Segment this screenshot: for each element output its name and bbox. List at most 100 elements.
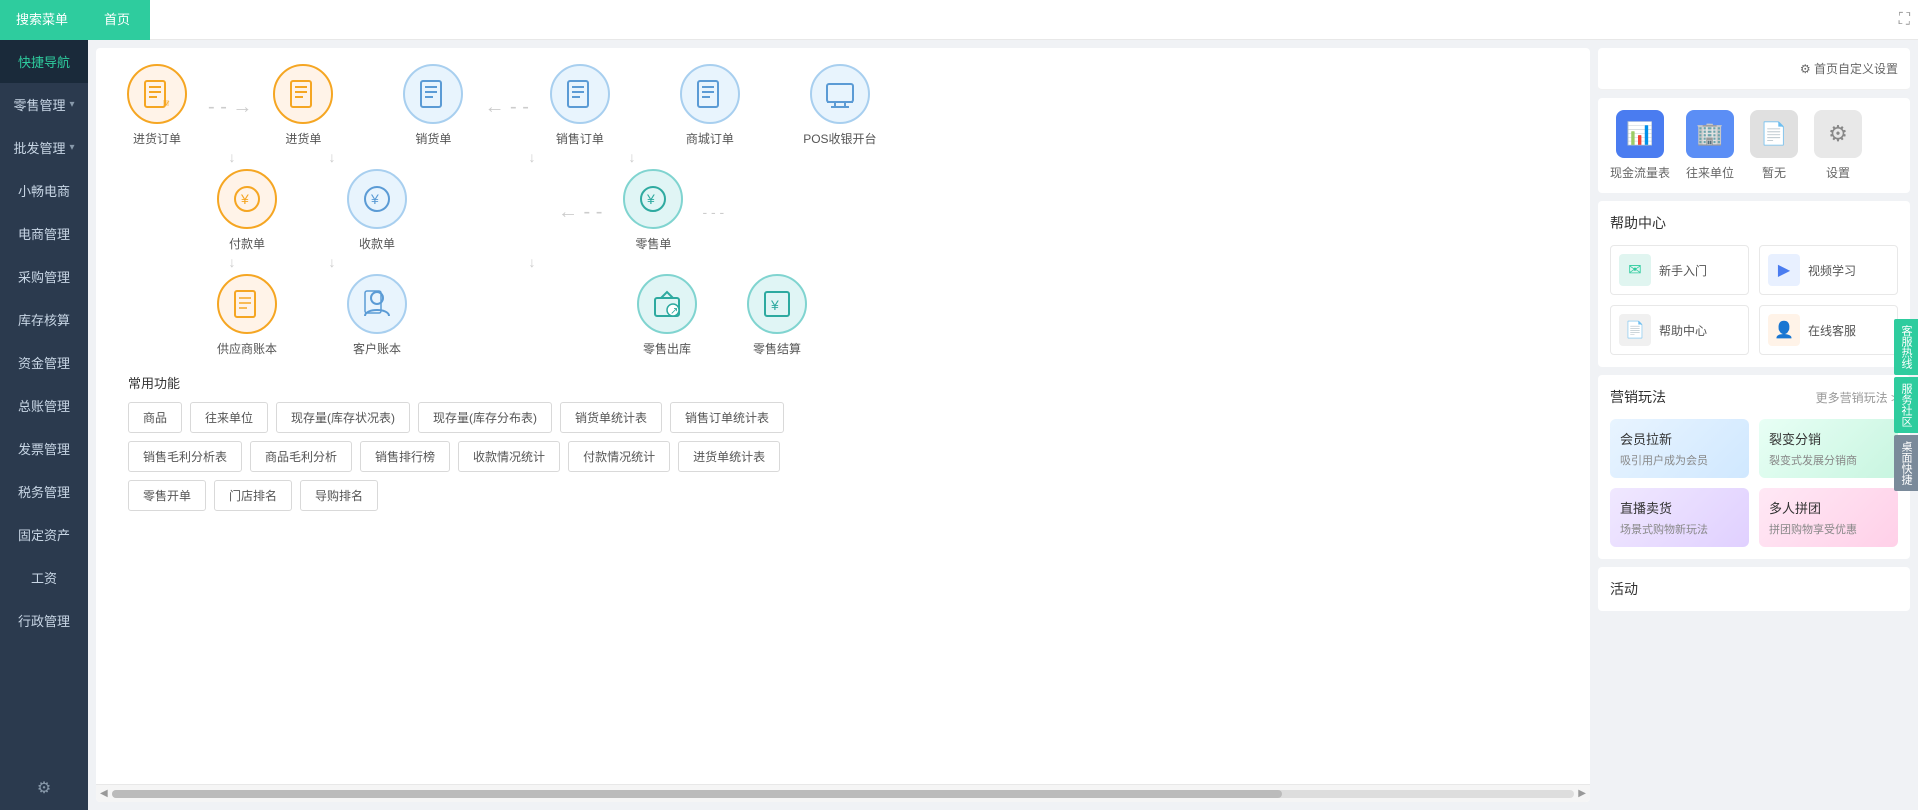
arrow-left-lingshoudian: ← - - — [552, 201, 608, 224]
func-btn-零售开单[interactable]: 零售开单 — [128, 480, 206, 511]
quick-nav-item-2[interactable]: 📄暂无 — [1750, 110, 1798, 181]
svg-text:¥: ¥ — [240, 191, 249, 207]
marketing-title: 营销玩法 — [1610, 387, 1666, 407]
help-item-在线客服[interactable]: 👤在线客服 — [1759, 305, 1898, 355]
horizontal-scrollbar[interactable]: ◀ ▶ — [96, 784, 1590, 802]
spacer-r1e — [462, 149, 502, 165]
arrow-down-jinhuodan: ↓ — [202, 149, 262, 165]
flow-node-jinhuodingdan[interactable]: ✓ 进货订单 — [112, 64, 202, 147]
sidebar-item-inventory[interactable]: 库存核算 — [0, 298, 88, 341]
scroll-track[interactable] — [112, 790, 1575, 798]
func-btn-销售排行榜[interactable]: 销售排行榜 — [360, 441, 450, 472]
float-btn-customer-service[interactable]: 客服热线 — [1894, 319, 1918, 375]
marketing-item-title-3: 多人拼团 — [1769, 498, 1888, 517]
sidebar-item-quick-nav[interactable]: 快捷导航 — [0, 40, 88, 83]
marketing-item-会员拉新[interactable]: 会员拉新吸引用户成为会员 — [1610, 419, 1749, 478]
marketing-item-直播卖货[interactable]: 直播卖货场景式购物新玩法 — [1610, 488, 1749, 547]
func-btn-门店排名[interactable]: 门店排名 — [214, 480, 292, 511]
sidebar-settings-btn[interactable]: ⚙ — [0, 766, 88, 810]
sidebar-item-tax[interactable]: 税务管理 — [0, 470, 88, 513]
flow-icon-lingshoudian: ¥ — [623, 169, 683, 229]
flow-node-gongyingshang[interactable]: 供应商账本 — [202, 274, 292, 357]
func-btn-销售毛利分析表[interactable]: 销售毛利分析表 — [128, 441, 242, 472]
flow-node-pos[interactable]: POS收银开台 — [795, 64, 885, 147]
scroll-left-btn[interactable]: ◀ — [100, 788, 108, 799]
sidebar-item-assets[interactable]: 固定资产 — [0, 513, 88, 556]
activities-title: 活动 — [1610, 579, 1898, 599]
func-btn-销货单统计表[interactable]: 销货单统计表 — [560, 402, 662, 433]
sidebar-item-ledger[interactable]: 总账管理 — [0, 384, 88, 427]
flow-node-shoukuandan[interactable]: ¥ 收款单 — [332, 169, 422, 252]
flow-node-jinhuodan[interactable]: 进货单 — [258, 64, 348, 147]
sidebar-item-admin[interactable]: 行政管理 — [0, 599, 88, 642]
sidebar-item-wholesale[interactable]: 批发管理 ▾ — [0, 126, 88, 169]
func-btn-商品毛利分析[interactable]: 商品毛利分析 — [250, 441, 352, 472]
float-btn-community[interactable]: 服务社区 — [1894, 377, 1918, 433]
func-btn-往来单位[interactable]: 往来单位 — [190, 402, 268, 433]
help-icon-0: ✉ — [1619, 254, 1651, 286]
sidebar-item-retail[interactable]: 零售管理 ▾ — [0, 83, 88, 126]
flow-node-xiaoshoudingdan[interactable]: 销售订单 — [535, 64, 625, 147]
workflow-area: ✓ 进货订单 - - → 进货单 — [96, 48, 1590, 784]
func-btn-现存量(库存状况表)[interactable]: 现存量(库存状况表) — [276, 402, 410, 433]
marketing-item-裂变分销[interactable]: 裂变分销裂变式发展分销商 — [1759, 419, 1898, 478]
marketing-item-title-2: 直播卖货 — [1620, 498, 1739, 517]
marketing-item-多人拼团[interactable]: 多人拼团拼团购物享受优惠 — [1759, 488, 1898, 547]
func-btn-进货单统计表[interactable]: 进货单统计表 — [678, 441, 780, 472]
flow-node-lingshoudian[interactable]: ¥ 零售单 — [608, 169, 698, 252]
more-marketing-link[interactable]: 更多营销玩法 > — [1816, 389, 1898, 406]
flow-node-lingshouku[interactable]: ↗ 零售出库 — [622, 274, 712, 357]
quick-nav-icon-1: 🏢 — [1686, 110, 1734, 158]
flow-node-lingshoujiesuan[interactable]: ¥ 零售结算 — [732, 274, 822, 357]
flow-node-kehuzhanben[interactable]: 客户账本 — [332, 274, 422, 357]
quick-nav-item-0[interactable]: 📊现金流量表 — [1610, 110, 1670, 181]
sidebar-item-ecom-mgmt[interactable]: 电商管理 — [0, 212, 88, 255]
sidebar-item-invoice[interactable]: 发票管理 — [0, 427, 88, 470]
flow-icon-lingshoujiesuan: ¥ — [747, 274, 807, 334]
svg-text:✓: ✓ — [164, 99, 171, 108]
sidebar-label: 工资 — [31, 568, 57, 587]
func-btn-销售订单统计表[interactable]: 销售订单统计表 — [670, 402, 784, 433]
sidebar-label: 固定资产 — [18, 525, 70, 544]
home-customize-label[interactable]: 首页自定义设置 — [1814, 62, 1898, 76]
flow-label-shoukuandan: 收款单 — [359, 235, 395, 252]
scroll-right-btn[interactable]: ▶ — [1578, 788, 1586, 799]
flow-label-fukuandan: 付款单 — [229, 235, 265, 252]
arrow-down-fukuandan: ↓ — [202, 254, 262, 270]
func-btn-收款情况统计[interactable]: 收款情况统计 — [458, 441, 560, 472]
help-item-帮助中心[interactable]: 📄帮助中心 — [1610, 305, 1749, 355]
search-menu-btn[interactable]: 搜索菜单 — [0, 0, 84, 40]
sidebar-item-finance[interactable]: 资金管理 — [0, 341, 88, 384]
sidebar-label: 零售管理 — [13, 95, 65, 114]
sidebar-item-purchase[interactable]: 采购管理 — [0, 255, 88, 298]
func-btn-现存量(库存分布表)[interactable]: 现存量(库存分布表) — [418, 402, 552, 433]
sidebar-label: 库存核算 — [18, 310, 70, 329]
sidebar-label: 小畅电商 — [18, 181, 70, 200]
help-item-视频学习[interactable]: ▶视频学习 — [1759, 245, 1898, 295]
help-item-新手入门[interactable]: ✉新手入门 — [1610, 245, 1749, 295]
home-tab[interactable]: 首页 — [84, 0, 150, 40]
help-grid: ✉新手入门▶视频学习📄帮助中心👤在线客服 — [1610, 245, 1898, 355]
top-bar: 搜索菜单 首页 ⛶ — [0, 0, 1918, 40]
spacer-r1c — [362, 149, 402, 165]
quick-nav-label-3: 设置 — [1826, 164, 1850, 181]
flow-label-shangchengdingdan: 商城订单 — [686, 130, 734, 147]
arrow-left-1: ← - - — [478, 96, 534, 119]
func-btn-商品[interactable]: 商品 — [128, 402, 182, 433]
float-btn-desktop[interactable]: 桌面快捷 — [1894, 435, 1918, 491]
quick-nav-item-1[interactable]: 🏢往来单位 — [1686, 110, 1734, 181]
sidebar-item-salary[interactable]: 工资 — [0, 556, 88, 599]
flow-node-xiaohuodan[interactable]: 销货单 — [388, 64, 478, 147]
marketing-item-title-0: 会员拉新 — [1620, 429, 1739, 448]
func-btn-导购排名[interactable]: 导购排名 — [300, 480, 378, 511]
flow-icon-shoukuandan: ¥ — [347, 169, 407, 229]
fullscreen-btn[interactable]: ⛶ — [1899, 11, 1910, 29]
quick-nav-item-3[interactable]: ⚙设置 — [1814, 110, 1862, 181]
flow-icon-kehuzhanben — [347, 274, 407, 334]
func-btn-付款情况统计[interactable]: 付款情况统计 — [568, 441, 670, 472]
flow-icon-gongyingshang — [217, 274, 277, 334]
flow-node-shangchengdingdan[interactable]: 商城订单 — [665, 64, 755, 147]
help-label-2: 帮助中心 — [1659, 322, 1707, 339]
flow-node-fukuandan[interactable]: ¥ 付款单 — [202, 169, 292, 252]
sidebar-item-ecom[interactable]: 小畅电商 — [0, 169, 88, 212]
